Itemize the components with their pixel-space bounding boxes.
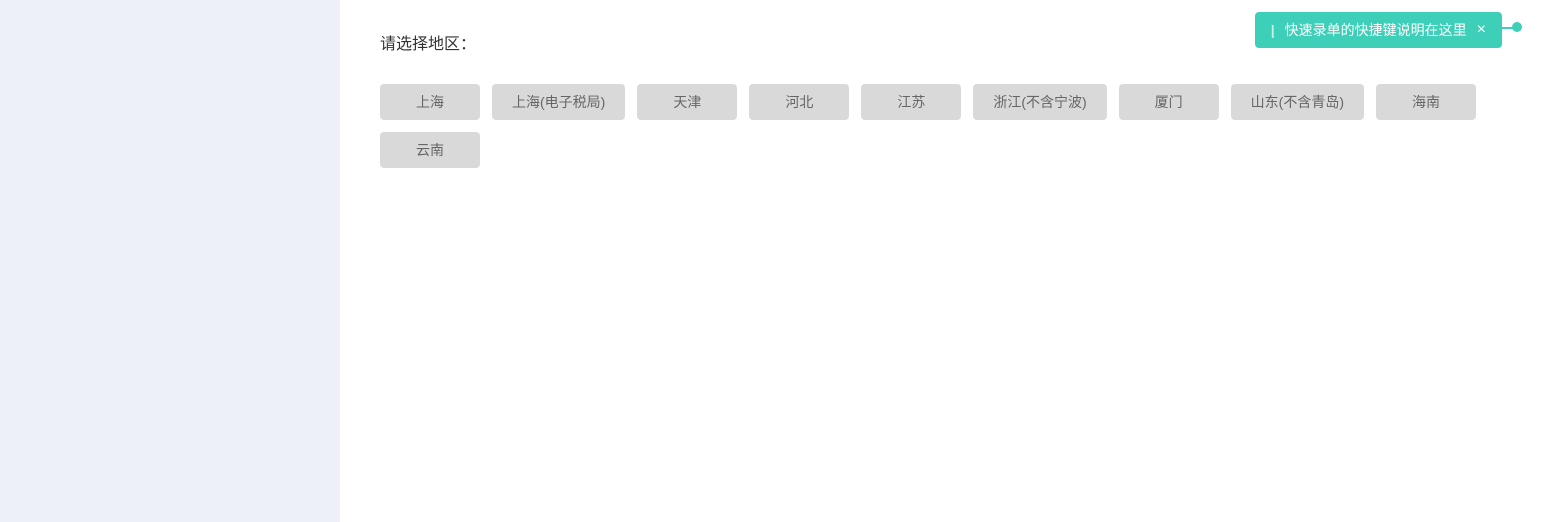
main-content: 请选择地区： 上海上海(电子税局)天津河北江苏浙江(不含宁波)厦门山东(不含青岛… (340, 0, 1562, 522)
region-button-5[interactable]: 浙江(不含宁波) (973, 84, 1106, 120)
region-button-8[interactable]: 海南 (1376, 84, 1476, 120)
sidebar (0, 0, 340, 522)
region-button-7[interactable]: 山东(不含青岛) (1231, 84, 1364, 120)
region-button-6[interactable]: 厦门 (1119, 84, 1219, 120)
region-button-2[interactable]: 天津 (637, 84, 737, 120)
region-button-9[interactable]: 云南 (380, 132, 480, 168)
tooltip-text: 快速录单的快捷键说明在这里 (1285, 20, 1467, 40)
tooltip-bubble: 快速录单的快捷键说明在这里 × (1255, 12, 1502, 48)
region-button-4[interactable]: 江苏 (861, 84, 961, 120)
region-button-0[interactable]: 上海 (380, 84, 480, 120)
region-button-1[interactable]: 上海(电子税局) (492, 84, 625, 120)
region-buttons: 上海上海(电子税局) 天津河北江苏浙江(不含宁波) 厦门山东(不含青岛) 海南云南 (380, 84, 1522, 168)
tooltip-close-button[interactable]: × (1477, 22, 1486, 38)
region-button-3[interactable]: 河北 (749, 84, 849, 120)
tooltip-connector-dot (1512, 22, 1522, 32)
